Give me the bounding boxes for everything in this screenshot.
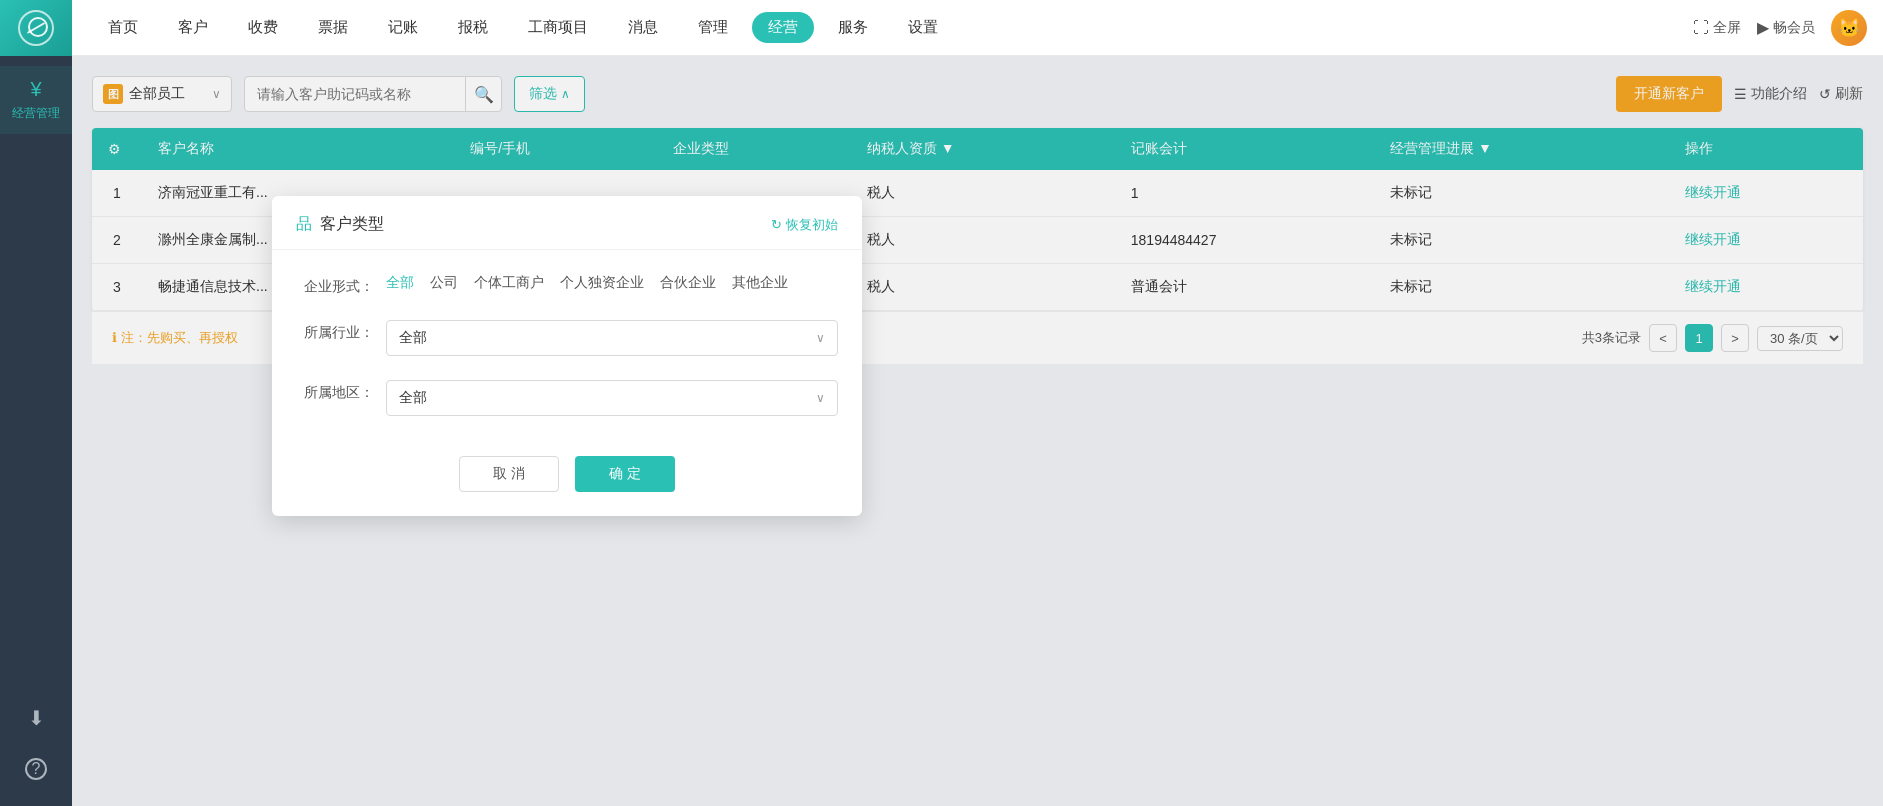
type-option-individual[interactable]: 个体工商户 — [474, 274, 544, 292]
type-option-all[interactable]: 全部 — [386, 274, 414, 292]
industry-arrow-icon: ∨ — [816, 331, 825, 345]
confirm-button[interactable]: 确 定 — [575, 456, 675, 492]
industry-form-row: 所属行业： 全部 ∨ — [296, 320, 838, 356]
nav-home[interactable]: 首页 — [92, 12, 154, 43]
nav-tax[interactable]: 报税 — [442, 12, 504, 43]
sidebar-item-operation[interactable]: ¥ 经营管理 — [0, 66, 72, 134]
nav-customer[interactable]: 客户 — [162, 12, 224, 43]
industry-select[interactable]: 全部 ∨ — [386, 320, 838, 356]
industry-label: 所属行业： — [296, 320, 386, 342]
sidebar-item-label: 经营管理 — [12, 105, 60, 122]
reset-icon: ↻ — [771, 217, 782, 232]
industry-select-area: 全部 ∨ — [386, 320, 838, 356]
region-select[interactable]: 全部 ∨ — [386, 380, 838, 416]
sidebar-bottom: ⬇ ? — [0, 696, 72, 806]
download-icon: ⬇ — [28, 706, 45, 730]
cancel-button[interactable]: 取 消 — [459, 456, 559, 492]
nav-items: 首页 客户 收费 票据 记账 报税 工商项目 消息 管理 经营 服务 设置 — [72, 12, 1693, 43]
customer-type-modal: 品 客户类型 ↻ 恢复初始 企业形式： 全部 公司 个体工商户 个人独资企业 合… — [272, 196, 862, 516]
industry-value: 全部 — [399, 329, 427, 347]
fullscreen-label: 全屏 — [1713, 19, 1741, 37]
member-button[interactable]: ▶ 畅会员 — [1757, 18, 1815, 37]
top-navigation: 首页 客户 收费 票据 记账 报税 工商项目 消息 管理 经营 服务 设置 ⛶ … — [0, 0, 1883, 56]
logo[interactable] — [0, 0, 72, 56]
enterprise-form-row: 企业形式： 全部 公司 个体工商户 个人独资企业 合伙企业 其他企业 — [296, 274, 838, 296]
modal-overlay: 品 客户类型 ↻ 恢复初始 企业形式： 全部 公司 个体工商户 个人独资企业 合… — [72, 56, 1883, 806]
nav-management[interactable]: 管理 — [682, 12, 744, 43]
help-icon: ? — [25, 758, 47, 780]
nav-message[interactable]: 消息 — [612, 12, 674, 43]
sidebar-operation-icon: ¥ — [30, 78, 41, 101]
type-options-group: 全部 公司 个体工商户 个人独资企业 合伙企业 其他企业 — [386, 274, 838, 292]
type-option-company[interactable]: 公司 — [430, 274, 458, 292]
reset-label: 恢复初始 — [786, 216, 838, 234]
member-label: 畅会员 — [1773, 19, 1815, 37]
nav-billing[interactable]: 收费 — [232, 12, 294, 43]
modal-header: 品 客户类型 ↻ 恢复初始 — [272, 196, 862, 250]
modal-reset-button[interactable]: ↻ 恢复初始 — [771, 216, 838, 234]
sidebar-download[interactable]: ⬇ — [0, 696, 72, 740]
nav-business[interactable]: 工商项目 — [512, 12, 604, 43]
type-option-partnership[interactable]: 合伙企业 — [660, 274, 716, 292]
logo-icon — [18, 10, 54, 46]
region-select-area: 全部 ∨ — [386, 380, 838, 416]
modal-title-icon: 品 — [296, 214, 312, 235]
modal-body: 企业形式： 全部 公司 个体工商户 个人独资企业 合伙企业 其他企业 所属行业： — [272, 250, 862, 440]
fullscreen-button[interactable]: ⛶ 全屏 — [1693, 19, 1741, 37]
nav-service[interactable]: 服务 — [822, 12, 884, 43]
nav-invoice[interactable]: 票据 — [302, 12, 364, 43]
modal-title-area: 品 客户类型 — [296, 214, 384, 235]
sidebar-help[interactable]: ? — [0, 748, 72, 790]
nav-right: ⛶ 全屏 ▶ 畅会员 🐱 — [1693, 10, 1883, 46]
modal-title: 客户类型 — [320, 214, 384, 235]
type-option-sole[interactable]: 个人独资企业 — [560, 274, 644, 292]
region-arrow-icon: ∨ — [816, 391, 825, 405]
region-form-row: 所属地区： 全部 ∨ — [296, 380, 838, 416]
nav-operation[interactable]: 经营 — [752, 12, 814, 43]
nav-settings[interactable]: 设置 — [892, 12, 954, 43]
type-option-other[interactable]: 其他企业 — [732, 274, 788, 292]
region-value: 全部 — [399, 389, 427, 407]
nav-bookkeeping[interactable]: 记账 — [372, 12, 434, 43]
sidebar: ¥ 经营管理 ⬇ ? — [0, 56, 72, 806]
enterprise-options: 全部 公司 个体工商户 个人独资企业 合伙企业 其他企业 — [386, 274, 838, 292]
avatar[interactable]: 🐱 — [1831, 10, 1867, 46]
member-icon: ▶ — [1757, 18, 1769, 37]
modal-footer: 取 消 确 定 — [272, 440, 862, 516]
fullscreen-icon: ⛶ — [1693, 19, 1709, 37]
region-label: 所属地区： — [296, 380, 386, 402]
enterprise-form-label: 企业形式： — [296, 274, 386, 296]
